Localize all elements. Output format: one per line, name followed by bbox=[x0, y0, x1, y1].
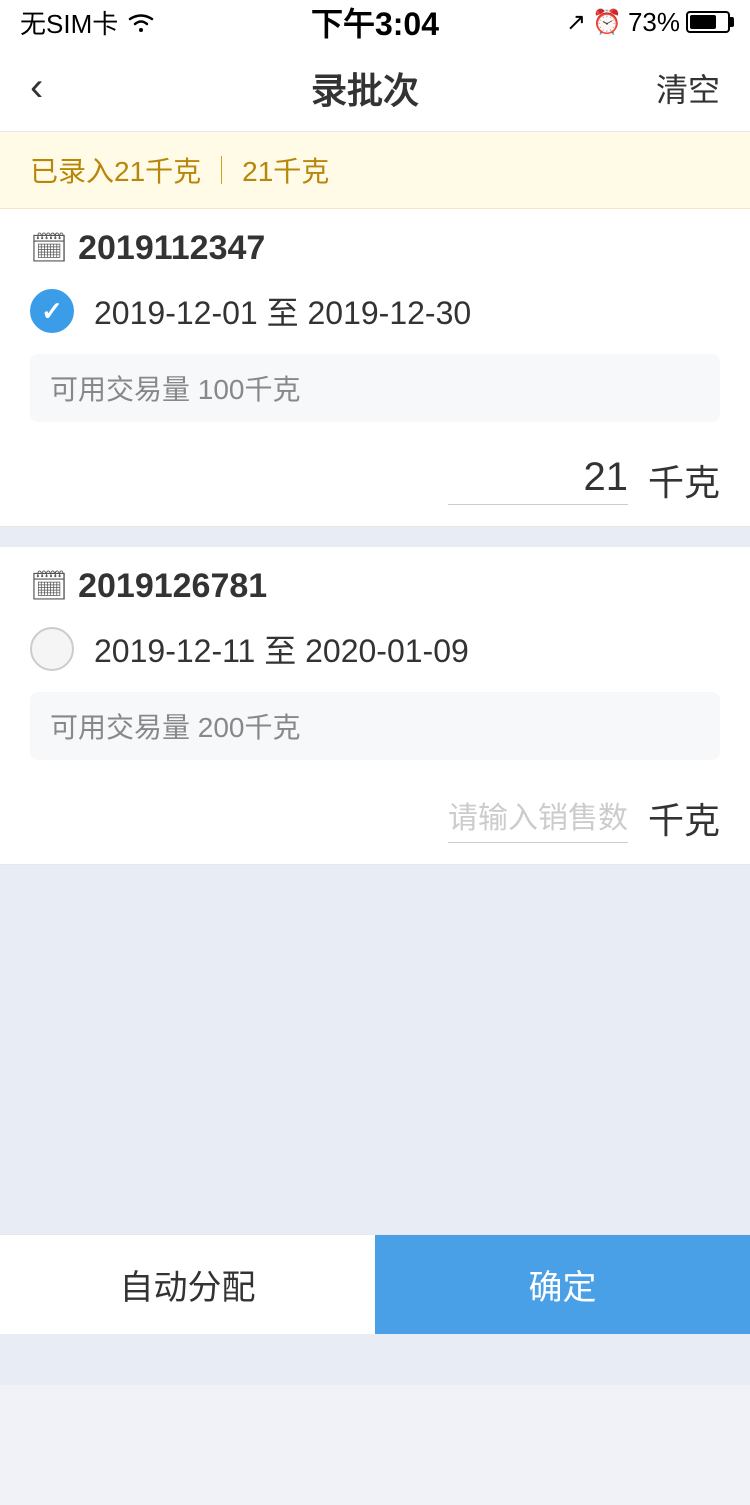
batch-1-date-row[interactable]: ✓ 2019-12-01 至 2019-12-30 bbox=[0, 278, 750, 344]
batch-1-qty-unit: 千克 bbox=[648, 454, 720, 506]
wifi-icon bbox=[126, 11, 156, 33]
page-title: 录批次 bbox=[90, 62, 640, 114]
batch-card-1: 🗓 2019112347 ✓ 2019-12-01 至 2019-12-30 可… bbox=[0, 209, 750, 527]
info-recorded-value: 21千克 bbox=[242, 150, 329, 190]
batch-id-icon-2: 🗓 bbox=[30, 569, 68, 604]
info-recorded-label: 已录入21千克 bbox=[30, 150, 201, 190]
battery-fill bbox=[690, 15, 716, 29]
back-button[interactable]: ‹ bbox=[30, 65, 90, 110]
battery-percent: 73% bbox=[628, 7, 680, 38]
batch-1-avail-text: 可用交易量 100千克 bbox=[50, 374, 301, 405]
info-banner: 已录入21千克 21千克 bbox=[0, 132, 750, 209]
batch-2-qty-input[interactable] bbox=[448, 793, 628, 838]
auto-distribute-button[interactable]: 自动分配 bbox=[0, 1235, 375, 1334]
status-left: 无SIM卡 bbox=[20, 4, 156, 41]
batch-1-id: 2019112347 bbox=[78, 229, 265, 268]
batch-1-qty-row: 千克 bbox=[0, 438, 750, 527]
batch-1-avail: 可用交易量 100千克 bbox=[30, 354, 720, 422]
batch-2-qty-unit: 千克 bbox=[648, 792, 720, 844]
batch-1-date: 2019-12-01 至 2019-12-30 bbox=[94, 288, 471, 334]
info-divider bbox=[221, 156, 222, 184]
batch-1-header: 🗓 2019112347 bbox=[0, 209, 750, 278]
alarm-icon: ⏰ bbox=[592, 8, 622, 37]
nav-bar: ‹ 录批次 清空 bbox=[0, 44, 750, 132]
batch-2-qty-underline bbox=[448, 793, 628, 843]
batch-1-qty-input[interactable] bbox=[448, 455, 628, 500]
batch-1-radio[interactable]: ✓ bbox=[30, 289, 74, 333]
batch-1-check-icon: ✓ bbox=[41, 296, 63, 327]
confirm-button[interactable]: 确定 bbox=[375, 1235, 750, 1334]
batch-2-qty-row: 千克 bbox=[0, 776, 750, 865]
batch-id-icon-1: 🗓 bbox=[30, 231, 68, 266]
status-bar: 无SIM卡 下午3:04 ↗ ⏰ 73% bbox=[0, 0, 750, 44]
location-icon: ↗ bbox=[566, 8, 586, 37]
batch-1-qty-underline bbox=[448, 455, 628, 505]
clear-button[interactable]: 清空 bbox=[640, 65, 720, 111]
battery-icon bbox=[686, 11, 730, 33]
batch-2-avail-text: 可用交易量 200千克 bbox=[50, 712, 301, 743]
status-time: 下午3:04 bbox=[311, 0, 439, 45]
batch-2-header: 🗓 2019126781 bbox=[0, 547, 750, 616]
batch-2-radio[interactable] bbox=[30, 627, 74, 671]
section-divider-1 bbox=[0, 527, 750, 547]
batch-2-date: 2019-12-11 至 2020-01-09 bbox=[94, 626, 469, 672]
bottom-bar: 自动分配 确定 bbox=[0, 1234, 750, 1334]
batch-2-avail: 可用交易量 200千克 bbox=[30, 692, 720, 760]
batch-card-2: 🗓 2019126781 2019-12-11 至 2020-01-09 可用交… bbox=[0, 547, 750, 865]
batch-2-id: 2019126781 bbox=[78, 567, 267, 606]
batch-2-date-row[interactable]: 2019-12-11 至 2020-01-09 bbox=[0, 616, 750, 682]
carrier-text: 无SIM卡 bbox=[20, 4, 118, 41]
status-right: ↗ ⏰ 73% bbox=[566, 7, 730, 38]
